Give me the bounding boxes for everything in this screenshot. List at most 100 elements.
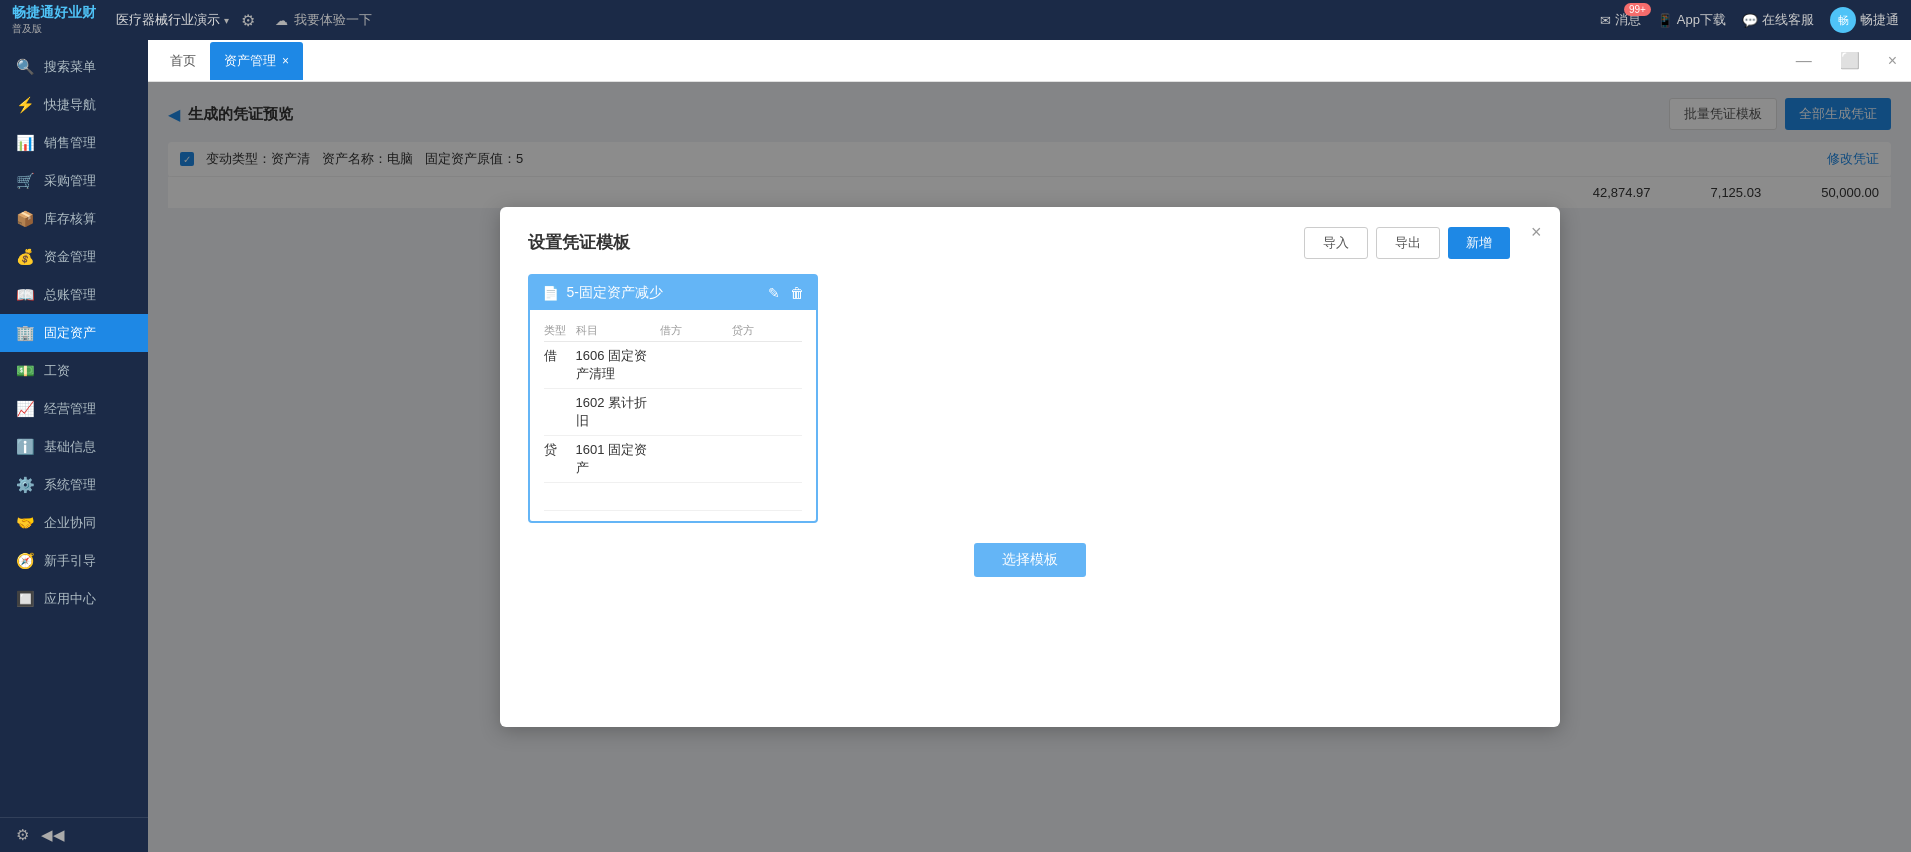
sales-icon: 📊 <box>16 134 34 152</box>
row2-debit <box>660 394 730 430</box>
window-maximize-button[interactable]: ⬜ <box>1826 45 1874 76</box>
company-dropdown-arrow: ▾ <box>224 15 229 26</box>
modal-overlay: 设置凭证模板 导入 导出 新增 × 📄 5-固定资产减少 <box>148 82 1911 852</box>
messages-badge: 99+ <box>1624 3 1651 16</box>
template-card: 📄 5-固定资产减少 ✎ 🗑 类型 <box>528 274 818 523</box>
app-logo: 畅捷通好业财 普及版 <box>12 4 96 36</box>
online-service-label: 在线客服 <box>1762 11 1814 29</box>
modal-close-button[interactable]: × <box>1531 223 1542 241</box>
sidebar-item-label-search: 搜索菜单 <box>44 58 96 76</box>
app-center-icon: 🔲 <box>16 590 34 608</box>
app-download-button[interactable]: 📱 App下载 <box>1657 11 1726 29</box>
template-row-2: 1602 累计折旧 <box>544 389 802 436</box>
sidebar-item-label-system: 系统管理 <box>44 476 96 494</box>
sidebar-item-app-center[interactable]: 🔲 应用中心 <box>0 580 148 618</box>
tab-home[interactable]: 首页 <box>156 42 210 80</box>
sidebar-item-search[interactable]: 🔍 搜索菜单 <box>0 48 148 86</box>
tab-close-icon[interactable]: × <box>282 54 289 68</box>
quick-nav-icon: ⚡ <box>16 96 34 114</box>
col-type: 类型 <box>544 323 574 338</box>
row2-credit <box>732 394 802 430</box>
sidebar-item-sales[interactable]: 📊 销售管理 <box>0 124 148 162</box>
system-icon: ⚙️ <box>16 476 34 494</box>
col-credit: 贷方 <box>732 323 802 338</box>
app-wrapper: 畅捷通好业财 普及版 医疗器械行业演示 ▾ ⚙ ☁ 我要体验一下 ✉ 消息 99… <box>0 0 1911 852</box>
content-main: ◀ 生成的凭证预览 批量凭证模板 全部生成凭证 ✓ 变动类型：资产清 资产名称：… <box>148 82 1911 852</box>
row3-account: 1601 固定资产 <box>576 441 658 477</box>
template-card-body: 类型 科目 借方 贷方 借 1606 固定资产清理 <box>530 310 816 521</box>
sidebar-item-payroll[interactable]: 💵 工资 <box>0 352 148 390</box>
sidebar-item-quick-nav[interactable]: ⚡ 快捷导航 <box>0 86 148 124</box>
template-empty-row <box>544 483 802 511</box>
payroll-icon: 💵 <box>16 362 34 380</box>
row2-account: 1602 累计折旧 <box>576 394 658 430</box>
funds-icon: 💰 <box>16 248 34 266</box>
modal-top-actions: 导入 导出 新增 <box>1304 227 1510 259</box>
sidebar-item-label-payroll: 工资 <box>44 362 70 380</box>
new-template-button[interactable]: 新增 <box>1448 227 1510 259</box>
service-icon: 💬 <box>1742 13 1758 28</box>
template-row-3: 贷 1601 固定资产 <box>544 436 802 483</box>
sidebar-item-label-fixed-assets: 固定资产 <box>44 324 96 342</box>
app-download-label: App下载 <box>1677 11 1726 29</box>
select-template-button[interactable]: 选择模板 <box>974 543 1086 577</box>
sidebar-scroll: 🔍 搜索菜单 ⚡ 快捷导航 📊 销售管理 🛒 采购管理 📦 库存核算 💰 资金管… <box>0 40 148 817</box>
sidebar-item-funds[interactable]: 💰 资金管理 <box>0 238 148 276</box>
download-icon: 📱 <box>1657 13 1673 28</box>
ledger-icon: 📖 <box>16 286 34 304</box>
try-label: 我要体验一下 <box>294 11 372 29</box>
sidebar-top: 🔍 搜索菜单 ⚡ 快捷导航 📊 销售管理 🛒 采购管理 📦 库存核算 💰 资金管… <box>0 40 148 626</box>
template-card-header: 📄 5-固定资产减少 ✎ 🗑 <box>530 276 816 310</box>
sidebar-item-label-operations: 经营管理 <box>44 400 96 418</box>
row1-account: 1606 固定资产清理 <box>576 347 658 383</box>
voucher-template-modal: 设置凭证模板 导入 导出 新增 × 📄 5-固定资产减少 <box>500 207 1560 727</box>
template-delete-icon[interactable]: 🗑 <box>790 285 804 301</box>
sidebar-item-inventory[interactable]: 📦 库存核算 <box>0 200 148 238</box>
online-service-button[interactable]: 💬 在线客服 <box>1742 11 1814 29</box>
sidebar: 🔍 搜索菜单 ⚡ 快捷导航 📊 销售管理 🛒 采购管理 📦 库存核算 💰 资金管… <box>0 40 148 852</box>
sidebar-item-fixed-assets[interactable]: 🏢 固定资产 <box>0 314 148 352</box>
row3-debit <box>660 441 730 477</box>
sidebar-item-guide[interactable]: 🧭 新手引导 <box>0 542 148 580</box>
sidebar-item-operations[interactable]: 📈 经营管理 <box>0 390 148 428</box>
template-edit-icon[interactable]: ✎ <box>768 285 780 301</box>
window-minimize-button[interactable]: — <box>1782 45 1826 76</box>
messages-button[interactable]: ✉ 消息 99+ <box>1600 11 1641 29</box>
fixed-assets-icon: 🏢 <box>16 324 34 342</box>
sidebar-item-label-app-center: 应用中心 <box>44 590 96 608</box>
template-name: 5-固定资产减少 <box>567 284 663 302</box>
operations-icon: 📈 <box>16 400 34 418</box>
logo-sub: 普及版 <box>12 22 96 36</box>
row1-debit <box>660 347 730 383</box>
export-button[interactable]: 导出 <box>1376 227 1440 259</box>
template-doc-icon: 📄 <box>542 285 559 301</box>
sidebar-item-ledger[interactable]: 📖 总账管理 <box>0 276 148 314</box>
import-button[interactable]: 导入 <box>1304 227 1368 259</box>
content-area: 首页 资产管理 × — ⬜ × ◀ 生成的凭证预览 <box>148 40 1911 852</box>
sidebar-item-cooperation[interactable]: 🤝 企业协同 <box>0 504 148 542</box>
sidebar-item-base-info[interactable]: ℹ️ 基础信息 <box>0 428 148 466</box>
collapse-sidebar-icon[interactable]: ◀◀ <box>41 826 65 844</box>
window-close-button[interactable]: × <box>1874 45 1911 76</box>
company-settings-icon[interactable]: ⚙ <box>241 11 255 30</box>
purchase-icon: 🛒 <box>16 172 34 190</box>
row2-type <box>544 394 574 430</box>
guide-icon: 🧭 <box>16 552 34 570</box>
tab-asset-management-label: 资产管理 <box>224 52 276 70</box>
tab-asset-management[interactable]: 资产管理 × <box>210 42 303 80</box>
inventory-icon: 📦 <box>16 210 34 228</box>
company-selector[interactable]: 医疗器械行业演示 ▾ <box>116 11 229 29</box>
sidebar-item-purchase[interactable]: 🛒 采购管理 <box>0 162 148 200</box>
template-row-1: 借 1606 固定资产清理 <box>544 342 802 389</box>
settings-bottom-icon[interactable]: ⚙ <box>16 826 29 844</box>
search-icon: 🔍 <box>16 58 34 76</box>
sidebar-item-label-inventory: 库存核算 <box>44 210 96 228</box>
try-feature-button[interactable]: ☁ 我要体验一下 <box>275 11 372 29</box>
cloud-icon: ☁ <box>275 13 288 28</box>
sidebar-item-system[interactable]: ⚙️ 系统管理 <box>0 466 148 504</box>
user-profile-button[interactable]: 畅 畅捷通 <box>1830 7 1899 33</box>
row1-type: 借 <box>544 347 574 383</box>
main-area: 🔍 搜索菜单 ⚡ 快捷导航 📊 销售管理 🛒 采购管理 📦 库存核算 💰 资金管… <box>0 40 1911 852</box>
user-label: 畅捷通 <box>1860 11 1899 29</box>
row3-credit <box>732 441 802 477</box>
